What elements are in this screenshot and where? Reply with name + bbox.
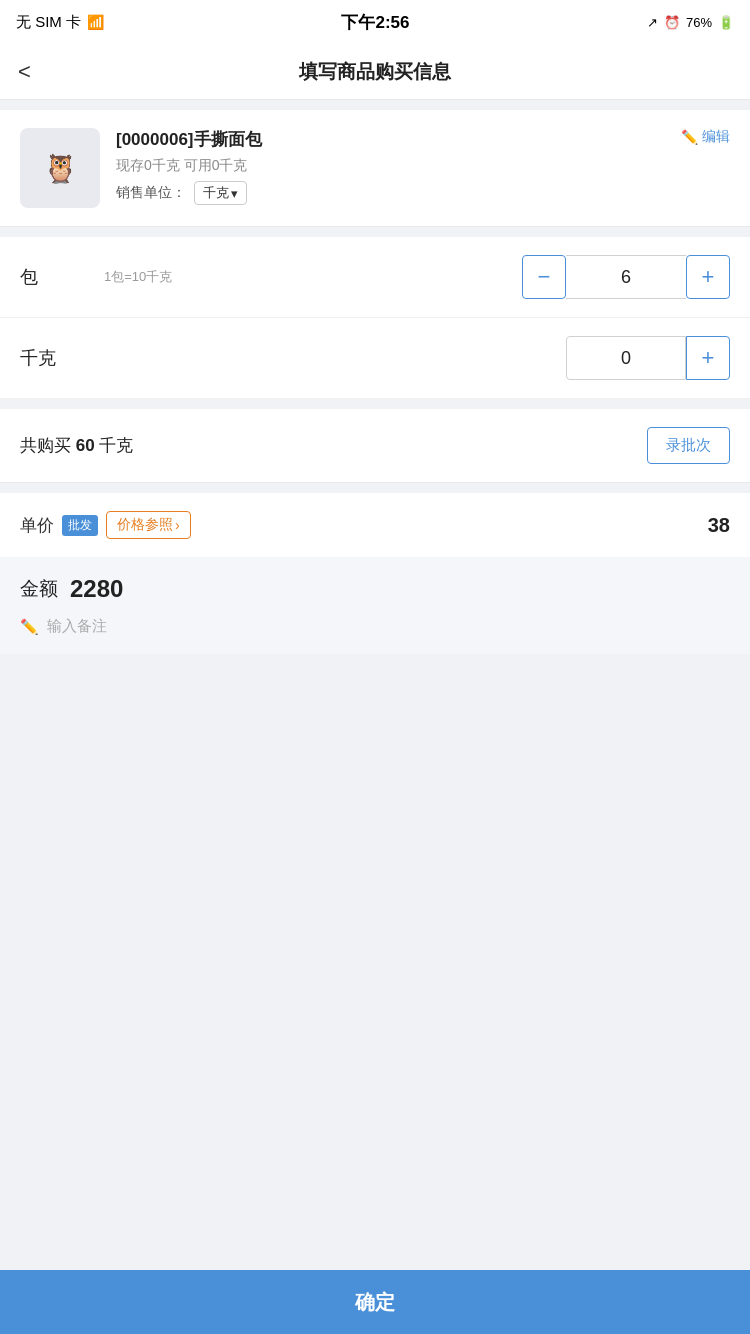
amount-label: 金额	[20, 576, 58, 602]
edit-button[interactable]: ✏️ 编辑	[681, 128, 730, 146]
price-label-row: 单价 批发 价格参照 ›	[20, 511, 191, 539]
bag-quantity-input[interactable]	[566, 255, 686, 299]
bag-quantity-controls: − +	[522, 255, 730, 299]
amount-section: 金额 2280 ✏️ 输入备注	[0, 557, 750, 654]
carrier-text: 无 SIM 卡	[16, 13, 81, 32]
price-section: 单价 批发 价格参照 › 38	[0, 493, 750, 557]
wifi-icon: 📶	[87, 14, 104, 30]
back-button[interactable]: <	[18, 59, 31, 85]
battery-icon: 🔋	[718, 15, 734, 30]
batch-button[interactable]: 录批次	[647, 427, 730, 464]
bag-decrement-button[interactable]: −	[522, 255, 566, 299]
alarm-icon: ⏰	[664, 15, 680, 30]
amount-row: 金额 2280	[20, 575, 730, 617]
status-time: 下午2:56	[341, 11, 409, 34]
price-tag: 批发	[62, 515, 98, 536]
bag-quantity-row: 包 1包=10千克 − +	[0, 237, 750, 318]
price-label: 单价	[20, 514, 54, 537]
price-value: 38	[708, 514, 730, 537]
total-row: 共购买 60 千克 录批次	[0, 409, 750, 483]
status-bar: 无 SIM 卡 📶 下午2:56 ↗ ⏰ 76% 🔋	[0, 0, 750, 44]
total-amount: 60	[76, 436, 100, 455]
price-ref-button[interactable]: 价格参照 ›	[106, 511, 191, 539]
unit-label: 销售单位：	[116, 184, 186, 202]
pencil-icon: ✏️	[20, 618, 39, 636]
total-unit: 千克	[99, 436, 133, 455]
kg-quantity-controls: +	[566, 336, 730, 380]
confirm-button[interactable]: 确定	[0, 1270, 750, 1334]
product-image: 🦉	[20, 128, 100, 208]
product-logo-icon: 🦉	[43, 152, 78, 185]
kg-increment-button[interactable]: +	[686, 336, 730, 380]
edit-icon: ✏️	[681, 129, 698, 145]
kg-quantity-row: 千克 +	[0, 318, 750, 399]
unit-value: 千克	[203, 184, 229, 202]
total-label: 共购买	[20, 436, 71, 455]
bag-increment-button[interactable]: +	[686, 255, 730, 299]
bag-hint: 1包=10千克	[104, 268, 522, 286]
note-placeholder: 输入备注	[47, 617, 107, 636]
status-right: ↗ ⏰ 76% 🔋	[647, 15, 734, 30]
note-row[interactable]: ✏️ 输入备注	[20, 617, 730, 654]
bag-label: 包	[20, 265, 100, 289]
price-ref-arrow: ›	[175, 517, 180, 533]
amount-value: 2280	[70, 575, 123, 603]
nav-bar: < 填写商品购买信息	[0, 44, 750, 100]
product-card: 🦉 [0000006]手撕面包 现存0千克 可用0千克 销售单位： 千克 ▾ ✏…	[0, 110, 750, 227]
kg-label: 千克	[20, 346, 100, 370]
product-name: [0000006]手撕面包	[116, 128, 730, 151]
price-ref-label: 价格参照	[117, 516, 173, 534]
quantity-section: 包 1包=10千克 − + 千克 +	[0, 237, 750, 399]
empty-space	[0, 654, 750, 954]
product-info: [0000006]手撕面包 现存0千克 可用0千克 销售单位： 千克 ▾	[116, 128, 730, 205]
page-title: 填写商品购买信息	[299, 59, 451, 85]
unit-select[interactable]: 千克 ▾	[194, 181, 247, 205]
product-stock: 现存0千克 可用0千克	[116, 157, 730, 175]
status-left: 无 SIM 卡 📶	[16, 13, 104, 32]
location-icon: ↗	[647, 15, 658, 30]
unit-dropdown-arrow: ▾	[231, 186, 238, 201]
product-unit-row: 销售单位： 千克 ▾	[116, 181, 730, 205]
battery-text: 76%	[686, 15, 712, 30]
edit-label: 编辑	[702, 128, 730, 146]
total-text: 共购买 60 千克	[20, 434, 133, 457]
kg-quantity-input[interactable]	[566, 336, 686, 380]
